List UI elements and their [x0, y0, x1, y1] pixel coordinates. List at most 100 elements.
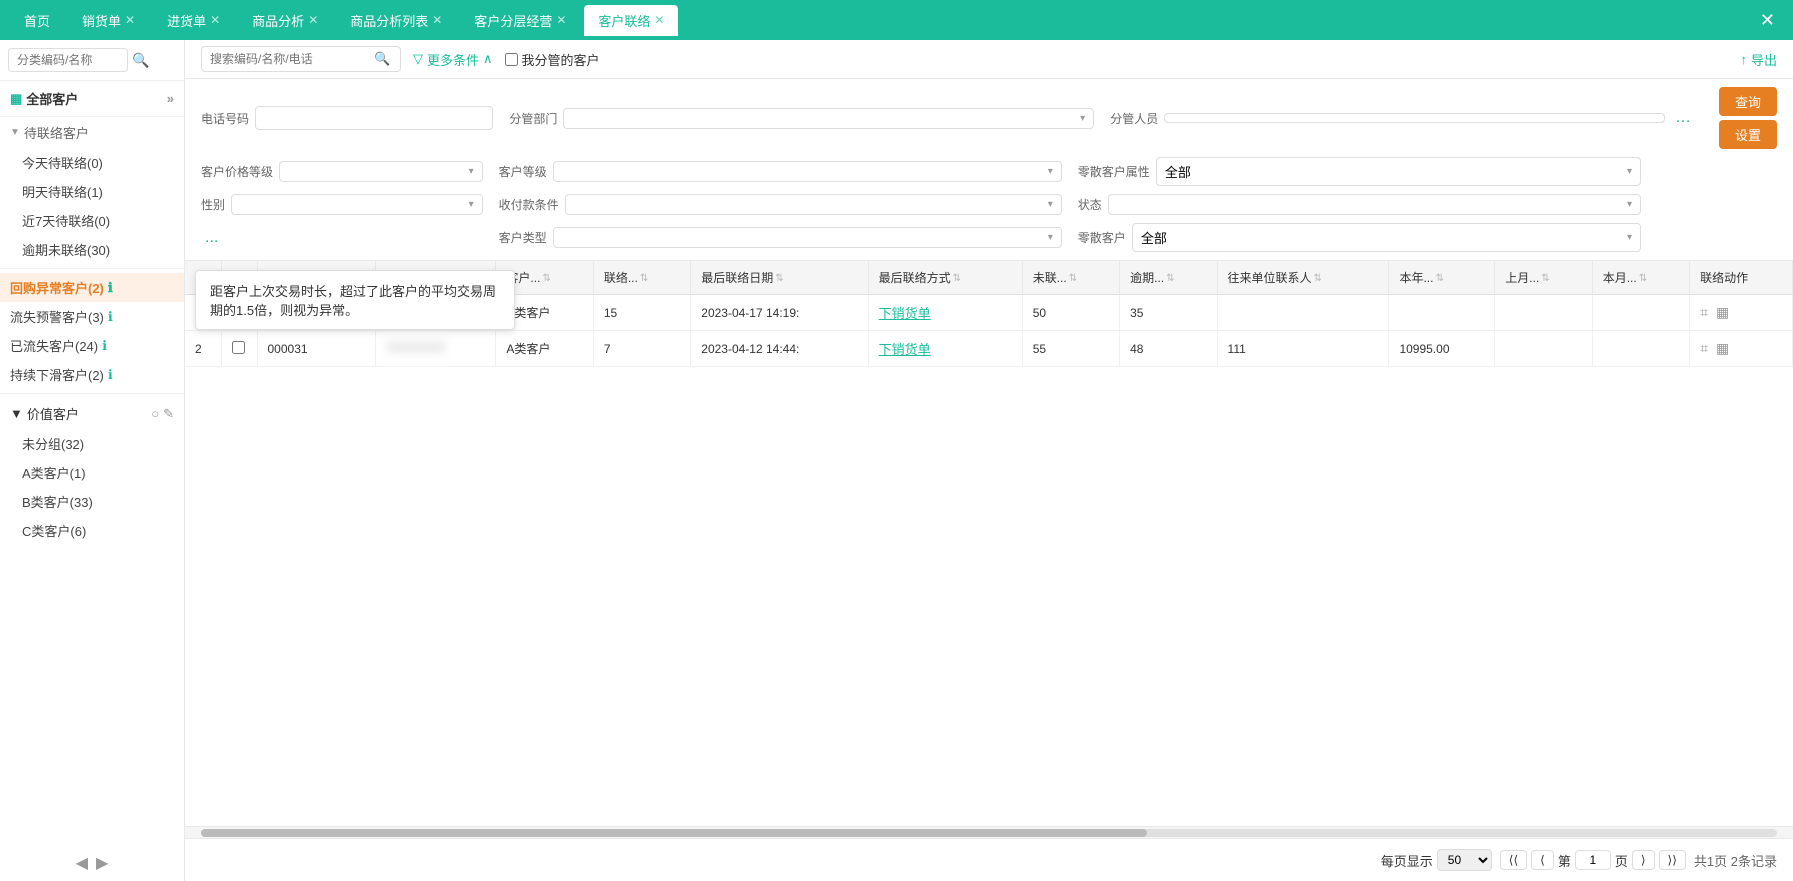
- row-checkbox-cell[interactable]: [221, 331, 257, 367]
- sidebar-item-class-b[interactable]: B类客户(33): [0, 487, 184, 516]
- arrow-icon: ▼: [10, 406, 23, 421]
- link-action-icon[interactable]: ⌗: [1700, 340, 1708, 357]
- sidebar-item-repurchase-anomaly[interactable]: 回购异常客户(2) ℹ: [0, 273, 184, 302]
- sidebar-item-class-a[interactable]: A类客户(1): [0, 458, 184, 487]
- sidebar-divider: [0, 268, 184, 269]
- last-month-column-header[interactable]: 上月...⇅: [1495, 261, 1592, 295]
- sidebar-search-area: 🔍: [0, 40, 184, 81]
- phone-input[interactable]: [255, 106, 493, 130]
- customer-type-select[interactable]: ▾: [553, 227, 1062, 248]
- nav-item-customer-contact[interactable]: 客户联络 ✕: [584, 5, 678, 36]
- contact-method-link[interactable]: 下销货单: [879, 342, 931, 357]
- status-select[interactable]: ▾: [1108, 194, 1641, 215]
- this-year-column-header[interactable]: 本年...⇅: [1389, 261, 1495, 295]
- dots-button-2[interactable]: ...: [201, 229, 222, 247]
- info-icon[interactable]: ℹ: [108, 309, 113, 325]
- nav-item-sales[interactable]: 销货单 ✕: [68, 5, 149, 36]
- customer-level-select[interactable]: ▾: [553, 161, 1062, 182]
- sidebar-item-today[interactable]: 今天待联络(0): [0, 148, 184, 177]
- gender-select[interactable]: ▾: [231, 194, 483, 215]
- export-button[interactable]: ↑ 导出: [1740, 50, 1777, 69]
- page-number-input[interactable]: [1575, 850, 1611, 870]
- filter-customer-type: 客户类型 ▾: [499, 227, 1062, 248]
- sidebar-bottom-nav: ◀ ▶: [0, 845, 184, 881]
- scroll-track: [201, 829, 1777, 837]
- nav-item-home[interactable]: 首页: [10, 5, 64, 36]
- close-icon[interactable]: ✕: [654, 13, 664, 27]
- filter-row-4: ... 客户类型 ▾ 零散客户 全部 ▾: [201, 223, 1777, 252]
- close-icon[interactable]: ✕: [210, 13, 220, 27]
- prev-page-button[interactable]: ⟨: [1531, 850, 1554, 870]
- edit-icon[interactable]: ✎: [163, 406, 174, 422]
- last-contact-date-cell: 2023-04-12 14:44:: [691, 331, 868, 367]
- info-icon[interactable]: ℹ: [108, 280, 113, 296]
- uncontacted-column-header[interactable]: 未联...⇅: [1022, 261, 1119, 295]
- close-icon[interactable]: ✕: [125, 13, 135, 27]
- close-icon[interactable]: ✕: [432, 13, 442, 27]
- more-conditions-button[interactable]: ▽ 更多条件 ∧: [413, 50, 493, 69]
- overdue-column-header[interactable]: 逾期...⇅: [1120, 261, 1217, 295]
- contact-method-link[interactable]: 下销货单: [879, 306, 931, 321]
- row-checkbox[interactable]: [232, 341, 245, 354]
- this-month-cell: [1592, 295, 1689, 331]
- sidebar-item-ungrouped[interactable]: 未分组(32): [0, 429, 184, 458]
- settings-button[interactable]: 设置: [1719, 120, 1777, 149]
- dept-select[interactable]: ▾: [563, 108, 1094, 129]
- sidebar-item-class-c[interactable]: C类客户(6): [0, 516, 184, 545]
- dots-button[interactable]: …: [1671, 109, 1695, 127]
- sidebar-item-declining[interactable]: 持续下滑客户(2) ℹ: [0, 360, 184, 389]
- retail-customer-select[interactable]: 全部 ▾: [1132, 223, 1641, 252]
- grid-action-icon[interactable]: ▦: [1716, 304, 1729, 321]
- search-input[interactable]: [210, 52, 370, 66]
- circle-icon[interactable]: ○: [151, 406, 159, 422]
- next-page-button[interactable]: ⟩: [1632, 850, 1655, 870]
- table-area[interactable]: ⚙ 客户编码⇅ 客户名称⇅ 客户...⇅ 联络...⇅ 最后联络日期⇅ 最后联络…: [185, 261, 1793, 826]
- sidebar-item-churned[interactable]: 已流失客户(24) ℹ: [0, 331, 184, 360]
- nav-item-purchase[interactable]: 进货单 ✕: [153, 5, 234, 36]
- person-select[interactable]: [1164, 113, 1665, 123]
- contact-person-column-header[interactable]: 往来单位联系人⇅: [1217, 261, 1389, 295]
- sidebar-item-tomorrow[interactable]: 明天待联络(1): [0, 177, 184, 206]
- collapse-icon[interactable]: »: [167, 91, 174, 106]
- pagination-bar: 每页显示 10 20 50 100 ⟨⟨ ⟨ 第 页 ⟩ ⟩⟩ 共1页 2条记录: [185, 838, 1793, 881]
- retail-attr-select[interactable]: 全部 ▾: [1156, 157, 1641, 186]
- sidebar-item-churn-warning[interactable]: 流失预警客户(3) ℹ: [0, 302, 184, 331]
- chevron-down-icon: ▾: [1048, 232, 1053, 243]
- filter-row-2: 客户价格等级 ▾ 客户等级 ▾ 零散客户属性 全部: [201, 157, 1777, 186]
- my-customers-checkbox[interactable]: [505, 53, 518, 66]
- sidebar-item-7days[interactable]: 近7天待联络(0): [0, 206, 184, 235]
- link-action-icon[interactable]: ⌗: [1700, 304, 1708, 321]
- close-icon[interactable]: ✕: [556, 13, 566, 27]
- prev-arrow-icon[interactable]: ◀: [76, 853, 88, 873]
- contact-count-column-header[interactable]: 联络...⇅: [593, 261, 690, 295]
- next-arrow-icon[interactable]: ▶: [96, 853, 108, 873]
- nav-item-customer-tier[interactable]: 客户分层经营 ✕: [460, 5, 580, 36]
- grid-action-icon[interactable]: ▦: [1716, 340, 1729, 357]
- window-close-button[interactable]: ✕: [1752, 10, 1783, 31]
- sidebar-item-overdue[interactable]: 逾期未联络(30): [0, 235, 184, 264]
- first-page-button[interactable]: ⟨⟨: [1500, 850, 1527, 870]
- sidebar-section-pending[interactable]: ▼ 待联络客户: [0, 117, 184, 148]
- last-contact-date-column-header[interactable]: 最后联络日期⇅: [691, 261, 868, 295]
- nav-item-product-analysis[interactable]: 商品分析 ✕: [238, 5, 332, 36]
- last-contact-method-cell[interactable]: 下销货单: [868, 331, 1022, 367]
- close-icon[interactable]: ✕: [308, 13, 318, 27]
- price-level-select[interactable]: ▾: [279, 161, 483, 182]
- horizontal-scrollbar[interactable]: [185, 826, 1793, 838]
- info-icon[interactable]: ℹ: [108, 367, 113, 383]
- last-page-button[interactable]: ⟩⟩: [1659, 850, 1686, 870]
- last-contact-method-cell[interactable]: 下销货单: [868, 295, 1022, 331]
- payment-select[interactable]: ▾: [565, 194, 1062, 215]
- info-icon[interactable]: ℹ: [102, 338, 107, 354]
- per-page-select[interactable]: 10 20 50 100: [1437, 849, 1492, 871]
- arrow-icon: ▼: [10, 127, 20, 138]
- query-button[interactable]: 查询: [1719, 87, 1777, 116]
- scroll-thumb[interactable]: [201, 829, 1147, 837]
- nav-item-product-list[interactable]: 商品分析列表 ✕: [336, 5, 456, 36]
- sidebar-value-customer-section[interactable]: ▼ 价值客户 ○ ✎: [0, 398, 184, 429]
- this-month-column-header[interactable]: 本月...⇅: [1592, 261, 1689, 295]
- sidebar-search-input[interactable]: [8, 48, 128, 72]
- sidebar-search-icon[interactable]: 🔍: [132, 52, 149, 69]
- search-icon[interactable]: 🔍: [374, 51, 390, 67]
- last-contact-method-column-header[interactable]: 最后联络方式⇅: [868, 261, 1022, 295]
